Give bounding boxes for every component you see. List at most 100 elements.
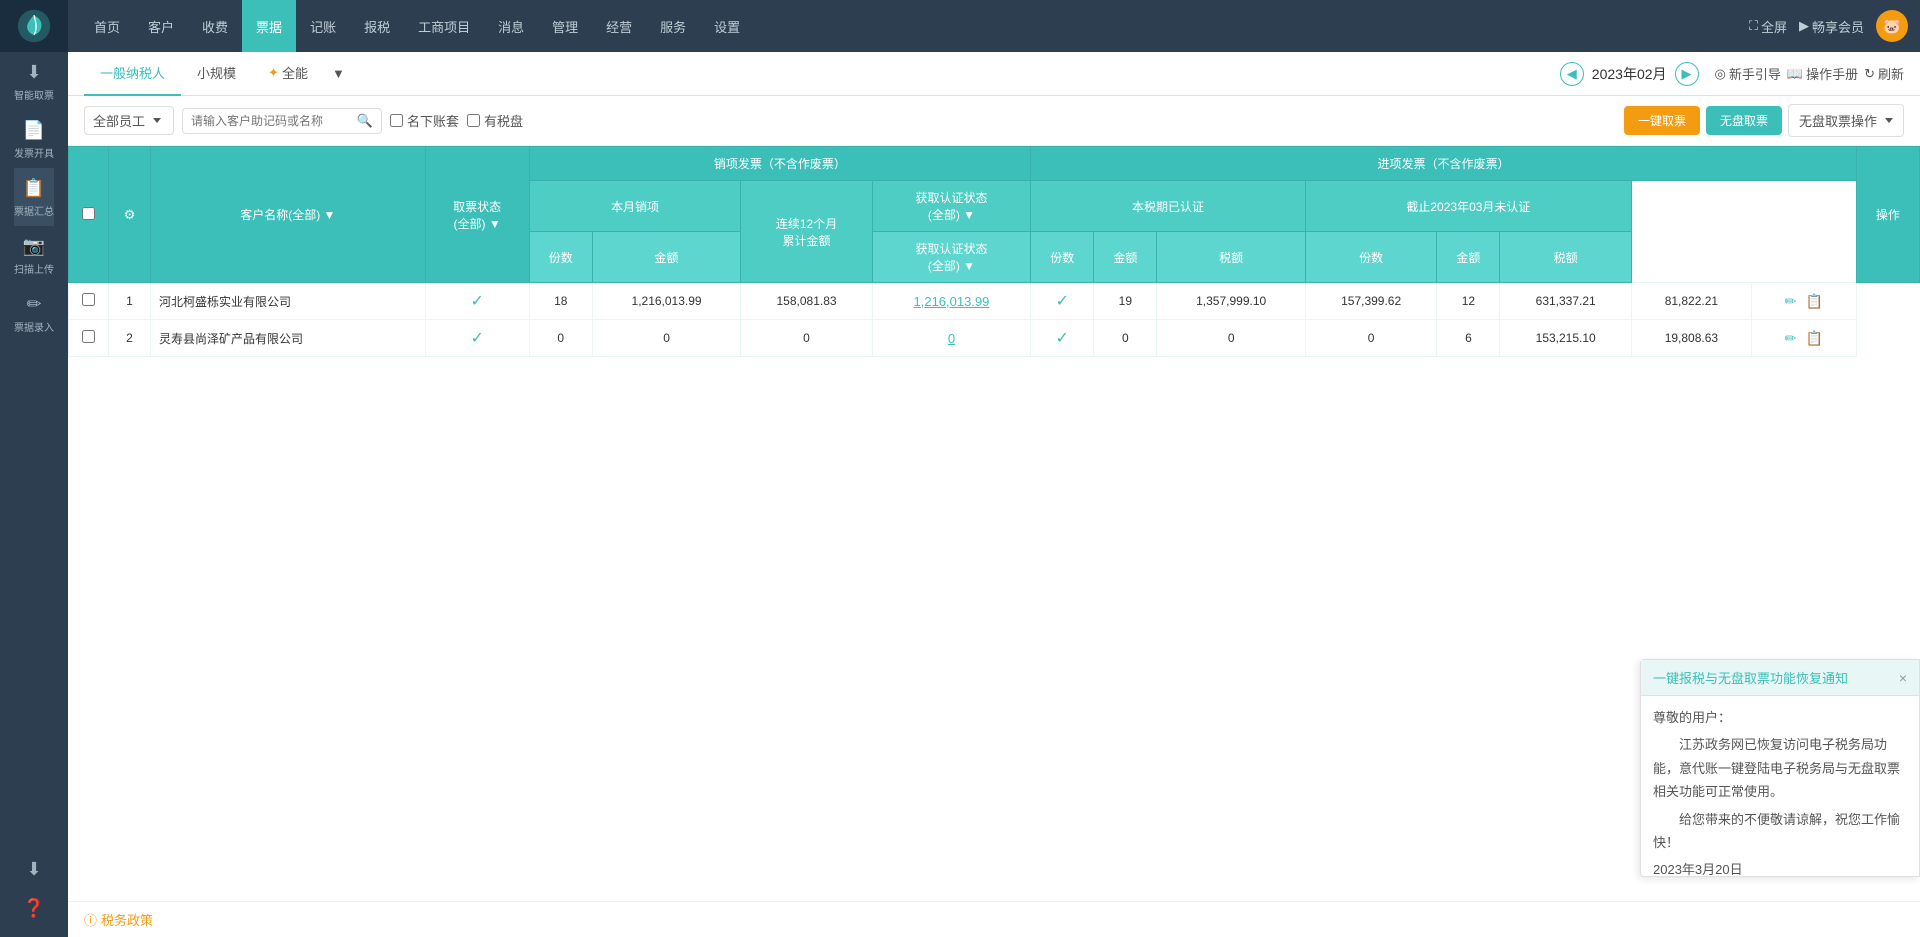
download-icon: ⬇ (26, 859, 41, 880)
row-unauth-count-cell: 12 (1437, 283, 1500, 320)
col-checkbox (69, 147, 109, 283)
employee-select-label: 全部员工 (93, 111, 145, 130)
employee-select[interactable]: 全部员工 (84, 106, 174, 135)
prev-month-btn[interactable]: ◀ (1560, 62, 1584, 86)
row-unauth-amount-cell: 631,337.21 (1500, 283, 1631, 320)
subtab-more-btn[interactable]: ▼ (324, 66, 353, 81)
user-avatar[interactable]: 🐷 (1876, 10, 1908, 42)
chevron-down-icon: ▼ (332, 66, 345, 81)
col-12month: 连续12个月累计金额 (741, 181, 872, 283)
refresh-btn[interactable]: ↻ 刷新 (1864, 64, 1904, 83)
col-actions-header: 操作 (1856, 147, 1919, 283)
invoice-table: ⚙ 客户名称(全部) ▼ 取票状态(全部) ▼ 销项发票（不含作废票） 进项发票… (68, 146, 1920, 357)
sidebar-label-smart-fetch: 智能取票 (14, 87, 54, 102)
no-disk-fetch-btn[interactable]: 无盘取票 (1706, 106, 1782, 135)
row-sale-tax-cell: 0 (741, 320, 872, 357)
col-purchase-count: 份数 (1031, 232, 1094, 283)
view-icon[interactable]: 📋 (1806, 330, 1823, 346)
no-disk-ops-btn[interactable]: 无盘取票操作 (1788, 104, 1904, 137)
col-subgroup-monthly-sale: 本月销项 (529, 181, 741, 232)
one-key-fetch-btn[interactable]: 一键取票 (1624, 106, 1700, 135)
smart-fetch-icon: ⬇ (26, 62, 41, 83)
sidebar-item-invoice-summary[interactable]: 📋票据汇总 (14, 168, 54, 226)
chevron-left-icon: ◀ (1567, 66, 1577, 82)
col-unauth-amount: 金额 (1437, 232, 1500, 283)
topnav-item-manage[interactable]: 管理 (538, 0, 592, 52)
col-fetch-status: 取票状态(全部) ▼ (425, 147, 529, 283)
row-sale-count-cell: 18 (529, 283, 592, 320)
topnav-item-settings[interactable]: 设置 (700, 0, 754, 52)
topnav-item-home[interactable]: 首页 (80, 0, 134, 52)
col-sale-count: 份数 (529, 232, 592, 283)
topnav-item-tax[interactable]: 报税 (350, 0, 404, 52)
manual-btn[interactable]: 📖 操作手册 (1787, 64, 1858, 83)
topnav-item-service[interactable]: 服务 (646, 0, 700, 52)
notification-scroll[interactable]: 尊敬的用户： 江苏政务网已恢复访问电子税务局功能，意代账一键登陆电子税务局与无盘… (1641, 696, 1919, 876)
sidebar-item-invoice-issue[interactable]: 📄发票开具 (14, 110, 54, 168)
view-icon[interactable]: 📋 (1806, 293, 1823, 309)
sidebar-label-invoice-summary: 票据汇总 (14, 203, 54, 218)
sidebar-item-download[interactable]: ⬇ (0, 849, 68, 888)
topnav-item-collection[interactable]: 收费 (188, 0, 242, 52)
row-customer-cell: 河北柯盛栎实业有限公司 (151, 283, 426, 320)
row-unauth-tax-cell: 81,822.21 (1631, 283, 1751, 320)
row-sale-amount-cell: 1,216,013.99 (592, 283, 741, 320)
subtab-allscope[interactable]: ✦ 全能 (252, 52, 324, 96)
app-logo (0, 0, 68, 52)
scan-upload-icon: 📷 (23, 236, 45, 257)
search-input[interactable] (191, 114, 353, 128)
topnav-item-business[interactable]: 工商项目 (404, 0, 484, 52)
row-purchase-count-cell: 0 (1094, 320, 1157, 357)
settings-icon[interactable]: ⚙ (124, 207, 136, 222)
next-month-btn[interactable]: ▶ (1675, 62, 1699, 86)
col-unauth-count: 份数 (1305, 232, 1436, 283)
sidebar-item-scan-upload[interactable]: 📷扫描上传 (14, 226, 54, 284)
12month-link[interactable]: 1,216,013.99 (914, 294, 990, 309)
current-date-label: 2023年02月 (1592, 64, 1667, 84)
row-sale-amount-cell: 0 (592, 320, 741, 357)
checkbox-xiamin-label[interactable]: 名下账套 (390, 111, 459, 130)
invoice-issue-icon: 📄 (23, 120, 45, 141)
topnav-item-invoice[interactable]: 票据 (242, 0, 296, 52)
col-settings: ⚙ (109, 147, 151, 283)
subtab-general[interactable]: 一般纳税人 (84, 52, 181, 96)
topnav-item-customer[interactable]: 客户 (134, 0, 188, 52)
tax-policy-link[interactable]: ⓘ 税务政策 (84, 910, 153, 929)
row-actions-cell: ✏ 📋 (1751, 283, 1856, 320)
notification-title: 一键报税与无盘取票功能恢复通知 (1653, 668, 1848, 687)
new-guide-btn[interactable]: ◎ 新手引导 (1715, 64, 1781, 83)
row-purchase-amount-cell: 0 (1157, 320, 1306, 357)
checkbox-taxpan[interactable] (467, 114, 480, 127)
employee-select-chevron (153, 118, 161, 123)
guide-icon: ◎ (1715, 66, 1726, 82)
notification-close-btn[interactable]: × (1899, 670, 1907, 686)
row-num-cell: 1 (109, 283, 151, 320)
auth-status-icon: ✓ (1056, 293, 1069, 310)
info-icon: ⓘ (84, 910, 97, 929)
sidebar-item-invoice-entry[interactable]: ✏票据录入 (14, 284, 54, 342)
topnav-item-message[interactable]: 消息 (484, 0, 538, 52)
row-checkbox[interactable] (82, 293, 95, 306)
member-btn[interactable]: ▶ 畅享会员 (1799, 17, 1864, 36)
top-navigation: 首页客户收费票据记账报税工商项目消息管理经营服务设置 ⛶ 全屏 ▶ 畅享会员 🐷 (68, 0, 1920, 52)
checkbox-taxpan-label[interactable]: 有税盘 (467, 111, 523, 130)
edit-icon[interactable]: ✏ (1785, 330, 1797, 346)
sidebar-item-smart-fetch[interactable]: ⬇ 智能取票 (14, 52, 54, 110)
invoice-entry-icon: ✏ (26, 294, 41, 315)
subtab-small[interactable]: 小规模 (181, 52, 252, 96)
row-purchase-tax-cell: 157,399.62 (1305, 283, 1436, 320)
topnav-item-bookkeeping[interactable]: 记账 (296, 0, 350, 52)
12month-link[interactable]: 0 (948, 331, 955, 346)
select-all-checkbox[interactable] (82, 207, 95, 220)
topnav-item-operation[interactable]: 经营 (592, 0, 646, 52)
row-checkbox[interactable] (82, 330, 95, 343)
sidebar-item-help[interactable]: ❓ (0, 888, 68, 927)
col-unauth-tax: 税额 (1500, 232, 1631, 283)
fullscreen-btn[interactable]: ⛶ 全屏 (1749, 17, 1787, 36)
row-auth-status-cell: ✓ (1031, 283, 1094, 320)
edit-icon[interactable]: ✏ (1785, 293, 1797, 309)
col-purchase-tax: 税额 (1157, 232, 1306, 283)
table-row: 2 灵寿县尚泽矿产品有限公司 ✓ 0 0 0 0 ✓ 0 0 0 6 153,2… (69, 320, 1920, 357)
checkbox-xiamin[interactable] (390, 114, 403, 127)
search-icon[interactable]: 🔍 (357, 113, 373, 129)
